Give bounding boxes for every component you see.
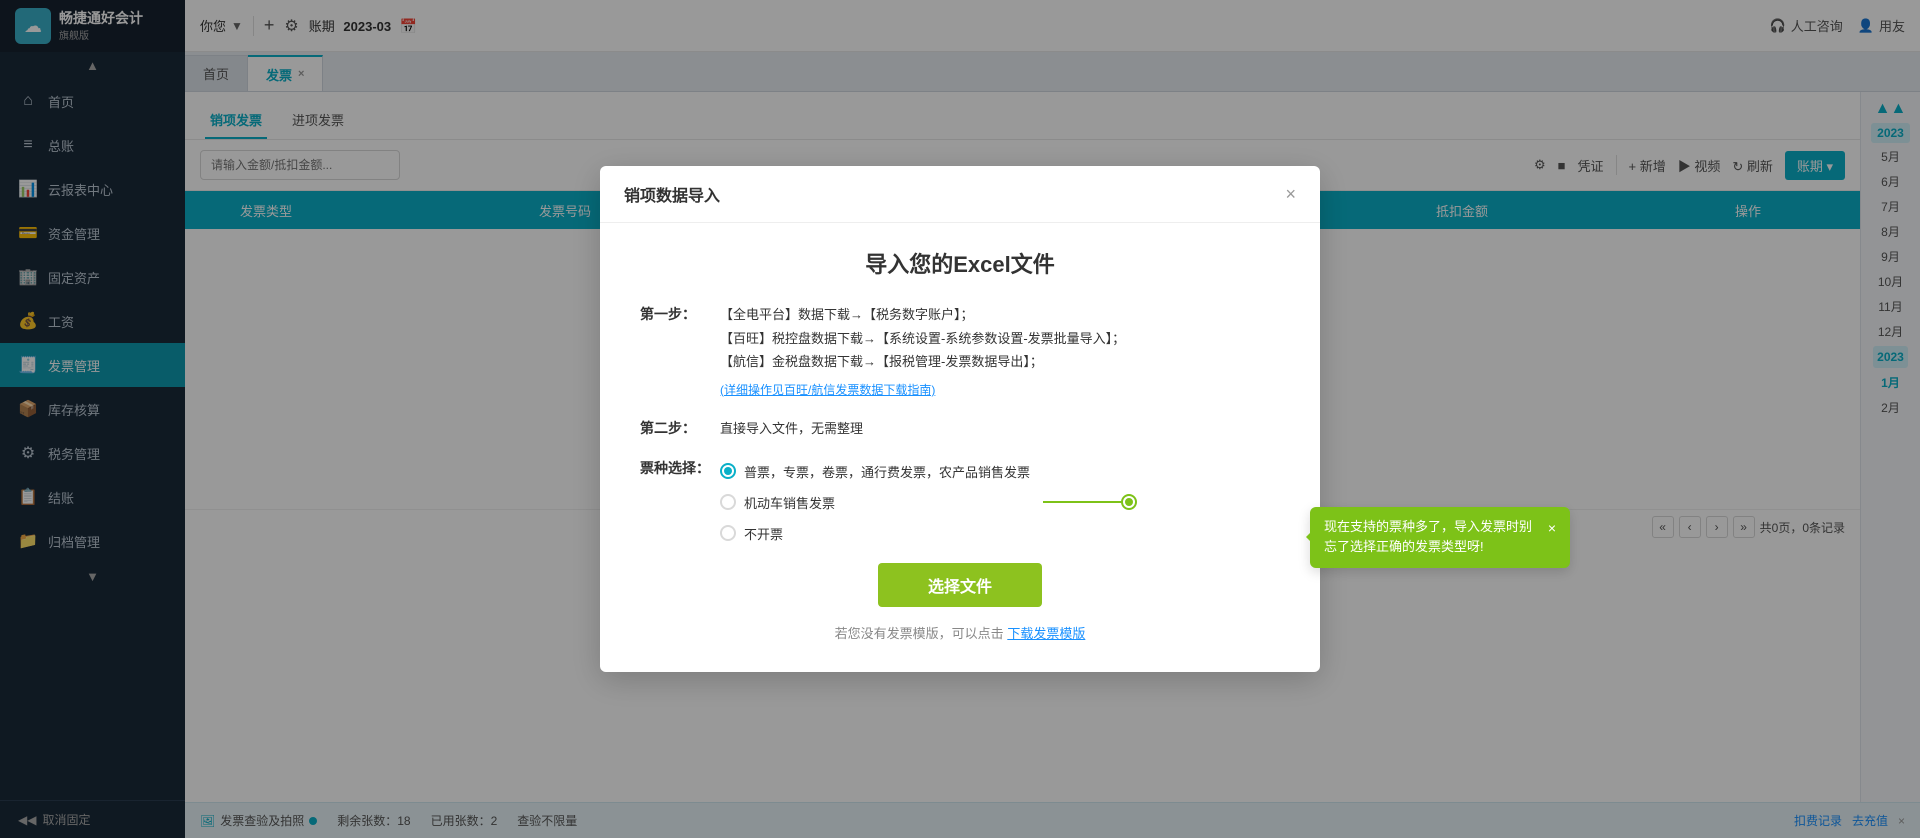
tooltip-dot [1123, 496, 1135, 508]
radio-label: 票种选择： [640, 457, 720, 543]
radio-circle-car [720, 494, 736, 510]
modal-footer: 若您没有发票模版，可以点击 下载发票模版 [640, 623, 1280, 642]
radio-option-general[interactable]: 普票，专票，卷票，通行费发票，农产品销售发票 [720, 462, 1030, 481]
step1-row: 第一步： 【全电平台】数据下载→【税务数字账户】； 【百旺】税控盘数据下载→【系… [640, 303, 1280, 401]
import-modal: 销项数据导入 × 导入您的Excel文件 第一步： 【全电平台】数据下载→【税务… [600, 166, 1320, 671]
radio-label-general: 普票，专票，卷票，通行费发票，农产品销售发票 [744, 462, 1030, 481]
modal-overlay: 销项数据导入 × 导入您的Excel文件 第一步： 【全电平台】数据下载→【税务… [0, 0, 1920, 838]
step1-guide-link[interactable]: (详细操作见百旺/航信发票数据下载指南) [720, 383, 935, 397]
modal-main-title: 导入您的Excel文件 [640, 247, 1280, 279]
step2-row: 第二步： 直接导入文件，无需整理 [640, 417, 1280, 440]
tooltip-text: 现在支持的票种多了，导入发票时别忘了选择正确的发票类型呀! [1324, 519, 1532, 555]
modal-close-button[interactable]: × [1285, 184, 1296, 205]
radio-group: 普票，专票，卷票，通行费发票，农产品销售发票 机动车销售发票 [720, 462, 1030, 543]
radio-option-no-invoice[interactable]: 不开票 [720, 524, 1030, 543]
tooltip-line [1043, 501, 1123, 503]
radio-circle-general [720, 463, 736, 479]
step2-label: 第二步： [640, 417, 720, 440]
tooltip-close-button[interactable]: × [1548, 517, 1556, 539]
tooltip-bubble: × 现在支持的票种多了，导入发票时别忘了选择正确的发票类型呀! [1310, 507, 1570, 569]
modal-footer-text: 若您没有发票模版，可以点击 [835, 626, 1004, 641]
step1-line1: 【全电平台】数据下载→【税务数字账户】； [720, 303, 1280, 326]
radio-label-no-invoice: 不开票 [744, 524, 783, 543]
download-template-link[interactable]: 下载发票模版 [1007, 626, 1085, 641]
modal-body: 导入您的Excel文件 第一步： 【全电平台】数据下载→【税务数字账户】； 【百… [600, 223, 1320, 671]
modal-header: 销项数据导入 × [600, 166, 1320, 223]
step2-content: 直接导入文件，无需整理 [720, 417, 1280, 440]
radio-label-car: 机动车销售发票 [744, 493, 835, 512]
radio-option-car[interactable]: 机动车销售发票 [720, 493, 1030, 512]
radio-row: 票种选择： 普票，专票，卷票，通行费发票，农产品销售发票 机动车销售发票 [640, 457, 1280, 543]
step1-content: 【全电平台】数据下载→【税务数字账户】； 【百旺】税控盘数据下载→【系统设置-系… [720, 303, 1280, 401]
radio-circle-no-invoice [720, 525, 736, 541]
select-file-button[interactable]: 选择文件 [878, 563, 1042, 607]
modal-title: 销项数据导入 [624, 182, 720, 206]
step1-line2: 【百旺】税控盘数据下载→【系统设置-系统参数设置-发票批量导入】； [720, 327, 1280, 350]
step1-label: 第一步： [640, 303, 720, 401]
step1-line3: 【航信】金税盘数据下载→【报税管理-发票数据导出】； [720, 350, 1280, 373]
